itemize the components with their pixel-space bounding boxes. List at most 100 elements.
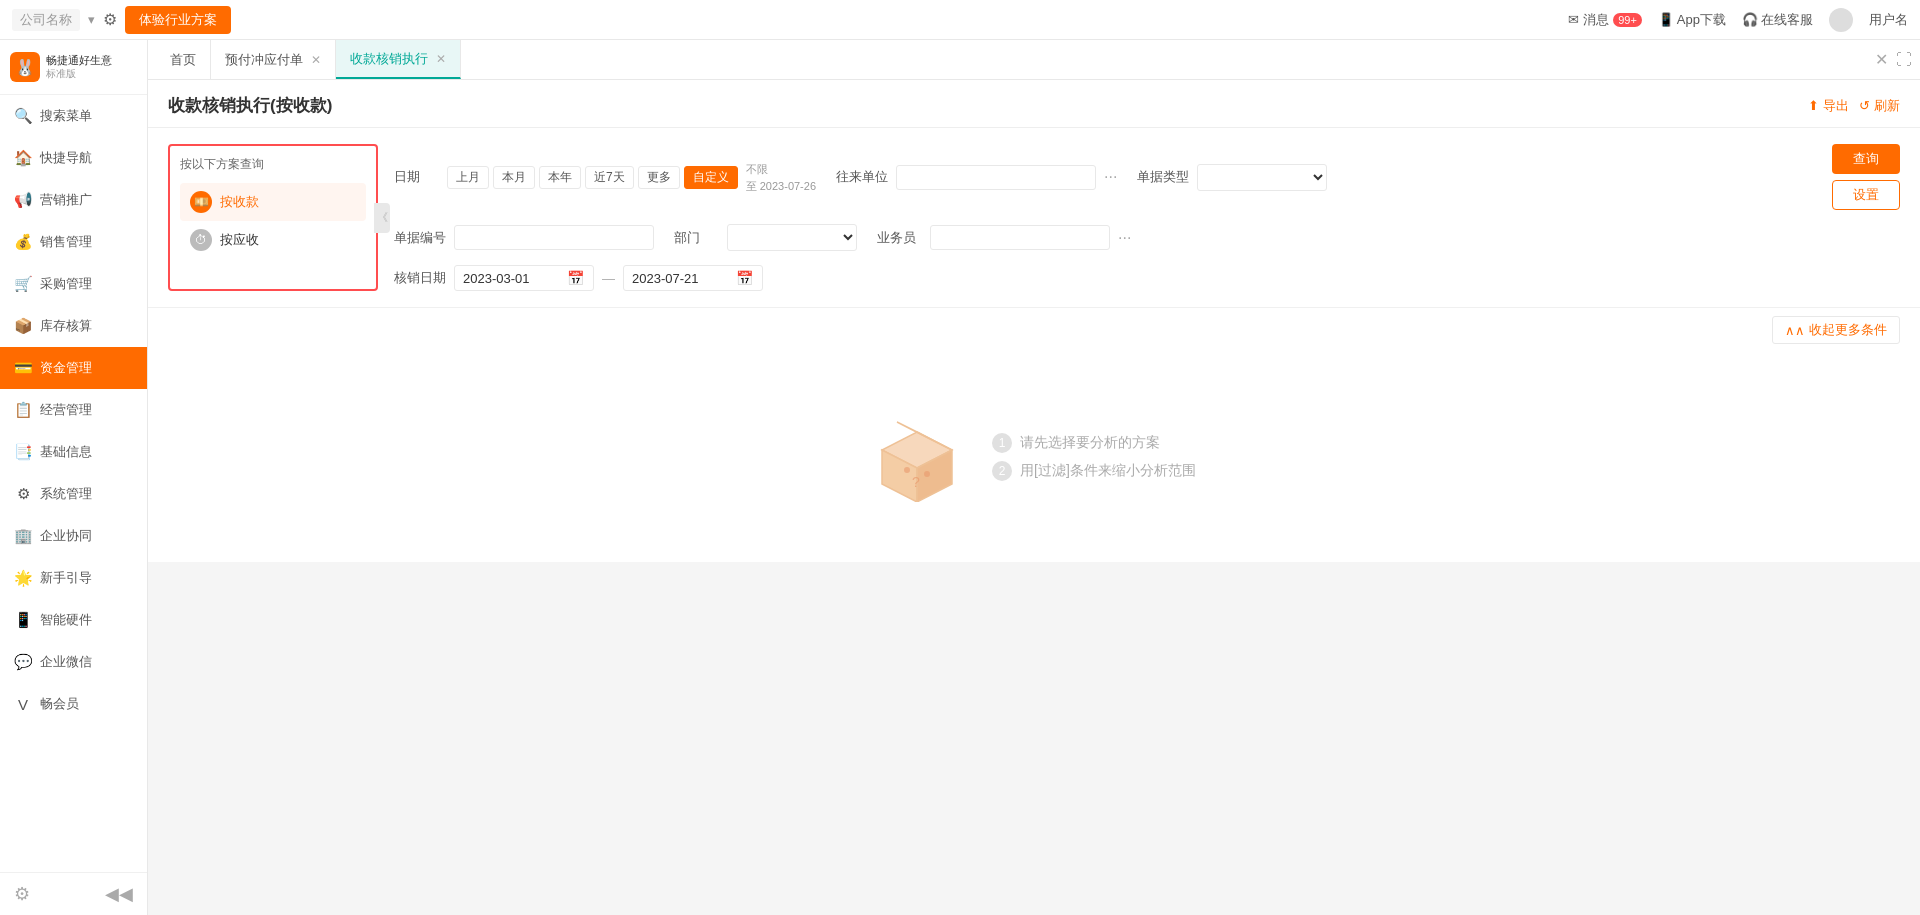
sidebar-label-marketing: 营销推广 — [40, 191, 92, 209]
sidebar-collapse-icon[interactable]: ◀◀ — [105, 883, 133, 905]
counterpart-label: 往来单位 — [836, 168, 888, 186]
top-bar: 公司名称 ▾ ⚙ 体验行业方案 ✉ 消息 99+ 📱 App下载 🎧 在线客服 … — [0, 0, 1920, 40]
tip-text-1: 请先选择要分析的方案 — [1020, 434, 1160, 452]
settings-icon[interactable]: ⚙ — [103, 10, 117, 29]
date-btn-7days[interactable]: 近7天 — [585, 166, 634, 189]
calendar-start-icon[interactable]: 📅 — [567, 270, 584, 286]
query-option-by-receipt[interactable]: 💴 按收款 — [180, 183, 366, 221]
sidebar-item-quick-nav[interactable]: 🏠 快捷导航 — [0, 137, 147, 179]
empty-state: ? 1 请先选择要分析的方案 2 用[过滤]条件来缩小分析范围 — [148, 352, 1920, 562]
date-label: 日期 — [394, 168, 439, 186]
inventory-icon: 📦 — [14, 317, 32, 335]
doc-type-select[interactable] — [1197, 164, 1327, 191]
date-btn-this-month[interactable]: 本月 — [493, 166, 535, 189]
empty-tip-1: 1 请先选择要分析的方案 — [992, 433, 1196, 453]
messages-btn[interactable]: ✉ 消息 99+ — [1568, 11, 1642, 29]
staff-label: 业务员 — [877, 229, 922, 247]
counterpart-input[interactable] — [896, 165, 1096, 190]
tab-prepay-close-icon[interactable]: ✕ — [311, 53, 321, 67]
sidebar-label-search: 搜索菜单 — [40, 107, 92, 125]
refresh-btn[interactable]: ↺ 刷新 — [1859, 97, 1900, 115]
sidebar-label-inventory: 库存核算 — [40, 317, 92, 335]
industry-btn[interactable]: 体验行业方案 — [125, 6, 231, 34]
company-name[interactable]: 公司名称 — [12, 9, 80, 31]
date-range-dash: — — [602, 271, 615, 286]
staff-dots[interactable]: ··· — [1118, 229, 1131, 247]
sidebar-item-basic-info[interactable]: 📑 基础信息 — [0, 431, 147, 473]
query-btn[interactable]: 查询 — [1832, 144, 1900, 174]
tab-receivable[interactable]: 收款核销执行 ✕ — [336, 40, 461, 79]
logo-subtext: 标准版 — [46, 67, 112, 81]
verify-date-filter-group: 核销日期 📅 — 📅 — [394, 265, 763, 291]
sidebar-item-purchase[interactable]: 🛒 采购管理 — [0, 263, 147, 305]
date-filter-group: 日期 上月 本月 本年 近7天 更多 自定义 不限 至 — [394, 160, 816, 194]
sidebar-item-inventory[interactable]: 📦 库存核算 — [0, 305, 147, 347]
sidebar-label-quick-nav: 快捷导航 — [40, 149, 92, 167]
tab-receivable-close-icon[interactable]: ✕ — [436, 52, 446, 66]
empty-tips: 1 请先选择要分析的方案 2 用[过滤]条件来缩小分析范围 — [992, 433, 1196, 481]
verify-date-label: 核销日期 — [394, 269, 446, 287]
sidebar-item-smart-hw[interactable]: 📱 智能硬件 — [0, 599, 147, 641]
doc-no-label: 单据编号 — [394, 229, 446, 247]
sidebar-item-biz-mgmt[interactable]: 📋 经营管理 — [0, 389, 147, 431]
export-btn[interactable]: ⬆ 导出 — [1808, 97, 1849, 115]
query-panel-title: 按以下方案查询 — [180, 156, 366, 173]
date-btn-more[interactable]: 更多 — [638, 166, 680, 189]
filter-actions: 查询 设置 — [1832, 144, 1900, 210]
counterpart-dots[interactable]: ··· — [1104, 168, 1117, 186]
tab-close-all-icon[interactable]: ✕ — [1875, 50, 1888, 69]
user-name: 用户名 — [1869, 11, 1908, 29]
setting-btn[interactable]: 设置 — [1832, 180, 1900, 210]
sidebar-label-guide: 新手引导 — [40, 569, 92, 587]
message-icon: ✉ — [1568, 12, 1579, 27]
query-panel: 按以下方案查询 💴 按收款 ⏱ 按应收 《 — [168, 144, 378, 291]
member-icon: V — [14, 696, 32, 713]
dropdown-arrow-icon[interactable]: ▾ — [88, 12, 95, 27]
collapse-up-icon: ∧∧ — [1785, 323, 1805, 338]
sidebar-item-search[interactable]: 🔍 搜索菜单 — [0, 95, 147, 137]
verify-date-end-input[interactable] — [632, 271, 732, 286]
sidebar-item-marketing[interactable]: 📢 营销推广 — [0, 179, 147, 221]
search-icon: 🔍 — [14, 107, 32, 125]
sales-icon: 💰 — [14, 233, 32, 251]
tab-home[interactable]: 首页 — [156, 40, 211, 79]
calendar-end-icon[interactable]: 📅 — [736, 270, 753, 286]
sidebar-settings-icon[interactable]: ⚙ — [14, 883, 30, 905]
sidebar-item-sales[interactable]: 💰 销售管理 — [0, 221, 147, 263]
home-icon: 🏠 — [14, 149, 32, 167]
verify-date-start-input[interactable] — [463, 271, 563, 286]
main-layout: 🐰 畅捷通好生意 标准版 🔍 搜索菜单 🏠 快捷导航 📢 营销推广 💰 销售管理… — [0, 40, 1920, 915]
doc-no-input[interactable] — [454, 225, 654, 250]
sidebar-item-wecom[interactable]: 💬 企业微信 — [0, 641, 147, 683]
date-buttons: 上月 本月 本年 近7天 更多 自定义 — [447, 166, 738, 189]
sidebar: 🐰 畅捷通好生意 标准版 🔍 搜索菜单 🏠 快捷导航 📢 营销推广 💰 销售管理… — [0, 40, 148, 915]
sidebar-label-sales: 销售管理 — [40, 233, 92, 251]
app-download-btn[interactable]: 📱 App下载 — [1658, 11, 1726, 29]
sidebar-bottom: ⚙ ◀◀ — [0, 872, 147, 915]
dept-select[interactable] — [727, 224, 857, 251]
wecom-icon: 💬 — [14, 653, 32, 671]
online-service-btn[interactable]: 🎧 在线客服 — [1742, 11, 1813, 29]
sidebar-item-member[interactable]: V 畅会员 — [0, 683, 147, 725]
sidebar-item-sys-mgmt[interactable]: ⚙ 系统管理 — [0, 473, 147, 515]
tab-expand-icon[interactable]: ⛶ — [1896, 51, 1912, 69]
date-btn-custom[interactable]: 自定义 — [684, 166, 738, 189]
export-icon: ⬆ — [1808, 98, 1819, 113]
date-btn-this-year[interactable]: 本年 — [539, 166, 581, 189]
tab-prepay[interactable]: 预付冲应付单 ✕ — [211, 40, 336, 79]
sidebar-item-guide[interactable]: 🌟 新手引导 — [0, 557, 147, 599]
purchase-icon: 🛒 — [14, 275, 32, 293]
sidebar-logo: 🐰 畅捷通好生意 标准版 — [0, 40, 147, 95]
filter-right: 日期 上月 本月 本年 近7天 更多 自定义 不限 至 — [394, 144, 1900, 291]
query-option-by-receivable[interactable]: ⏱ 按应收 — [180, 221, 366, 259]
sidebar-item-fund[interactable]: 💳 资金管理 — [0, 347, 147, 389]
tip-num-2: 2 — [992, 461, 1012, 481]
staff-input[interactable] — [930, 225, 1110, 250]
avatar[interactable] — [1829, 8, 1853, 32]
sidebar-item-enterprise[interactable]: 🏢 企业协同 — [0, 515, 147, 557]
tip-num-1: 1 — [992, 433, 1012, 453]
date-btn-last-month[interactable]: 上月 — [447, 166, 489, 189]
collapse-more-btn[interactable]: ∧∧ 收起更多条件 — [1772, 316, 1900, 344]
messages-badge: 99+ — [1613, 13, 1642, 27]
query-panel-collapse-btn[interactable]: 《 — [374, 203, 390, 233]
